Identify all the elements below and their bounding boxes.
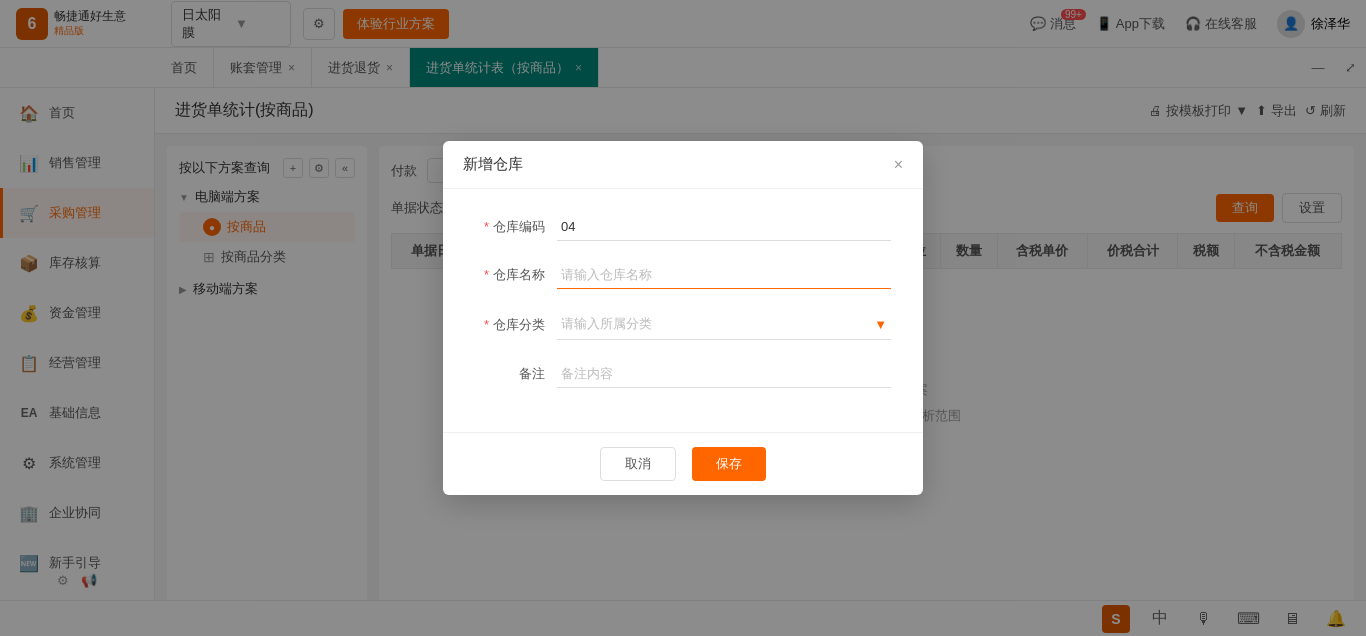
category-select[interactable]: 请输入所属分类 ▼: [557, 309, 891, 340]
form-row-category: 仓库分类 请输入所属分类 ▼: [475, 309, 891, 340]
code-label: 仓库编码: [475, 218, 545, 236]
dialog-close-button[interactable]: ×: [894, 156, 903, 174]
name-input[interactable]: [557, 261, 891, 289]
dialog-title: 新增仓库: [463, 155, 523, 174]
form-row-name: 仓库名称: [475, 261, 891, 289]
dialog-header: 新增仓库 ×: [443, 141, 923, 189]
category-arrow: ▼: [874, 317, 887, 332]
form-row-code: 仓库编码: [475, 213, 891, 241]
dialog-footer: 取消 保存: [443, 432, 923, 495]
cancel-button[interactable]: 取消: [600, 447, 676, 481]
code-input[interactable]: [557, 213, 891, 241]
save-button[interactable]: 保存: [692, 447, 766, 481]
category-placeholder: 请输入所属分类: [561, 315, 652, 333]
add-warehouse-dialog: 新增仓库 × 仓库编码 仓库名称 仓库分类 请输入所属分类 ▼: [443, 141, 923, 495]
dialog-body: 仓库编码 仓库名称 仓库分类 请输入所属分类 ▼ 备注: [443, 189, 923, 432]
name-label: 仓库名称: [475, 266, 545, 284]
modal-overlay[interactable]: 新增仓库 × 仓库编码 仓库名称 仓库分类 请输入所属分类 ▼: [0, 0, 1366, 636]
form-row-note: 备注: [475, 360, 891, 388]
category-label: 仓库分类: [475, 316, 545, 334]
note-label: 备注: [475, 365, 545, 383]
note-input[interactable]: [557, 360, 891, 388]
